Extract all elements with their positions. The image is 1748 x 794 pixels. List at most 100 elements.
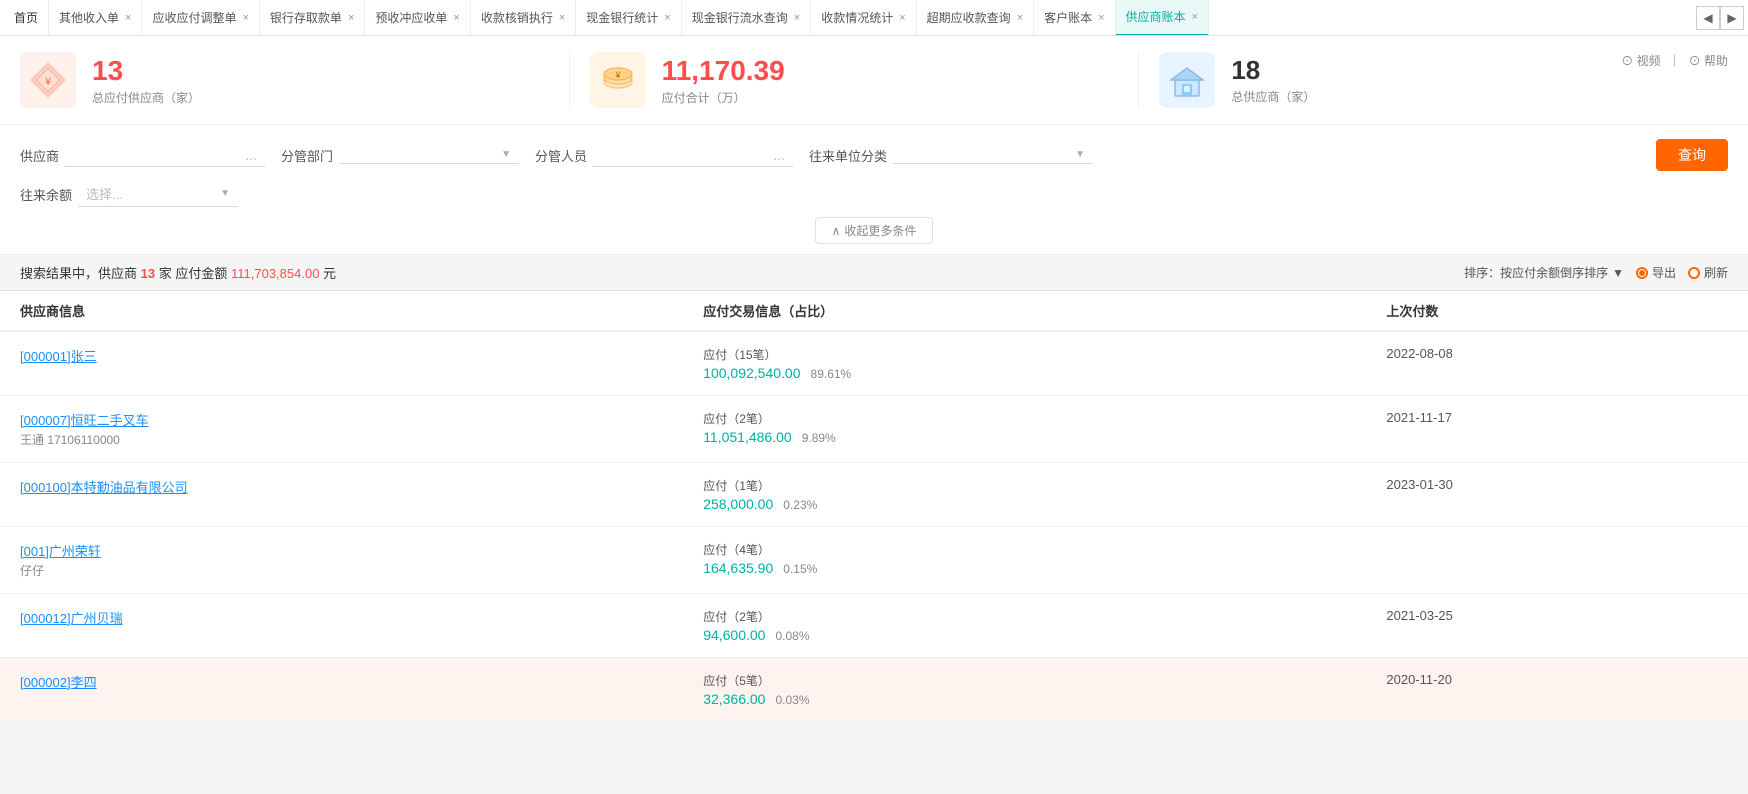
nav-tab-ar-ap-adjust[interactable]: 应收应付调整单 × (142, 0, 259, 36)
pay-info-cell: 应付（4笔） 164,635.90 0.15% (703, 541, 1386, 576)
close-receipt-verify-icon[interactable]: × (559, 12, 565, 24)
close-cash-flow-query-icon[interactable]: × (794, 12, 800, 24)
payable-suppliers-label: 总应付供应商（家） (92, 89, 200, 106)
pay-amount: 258,000.00 (703, 496, 773, 512)
nav-tab-receipt-verify-label: 收款核销执行 (481, 9, 553, 26)
category-label: 往来单位分类 (809, 146, 887, 165)
summary-payable-amount: ¥ 11,170.39 应付合计（万） (590, 52, 1140, 108)
close-bank-deposit-icon[interactable]: × (348, 12, 354, 24)
table-row: [001]广州荣轩 仔仔 应付（4笔） 164,635.90 0.15% (0, 527, 1748, 594)
pay-label: 应付（15笔） (703, 346, 1386, 363)
video-link[interactable]: ⊙ 视频 (1621, 52, 1660, 69)
pay-label: 应付（1笔） (703, 477, 1386, 494)
summary-icon-payable-suppliers: ¥ (20, 52, 76, 108)
balance-chevron-down-icon: ▼ (220, 188, 230, 199)
close-other-income-icon[interactable]: × (125, 12, 131, 24)
close-customer-ledger-icon[interactable]: × (1098, 12, 1104, 24)
col-header-pay-info: 应付交易信息（占比） (703, 301, 1386, 320)
nav-tab-overdue-ar-query[interactable]: 超期应收款查询 × (917, 0, 1034, 36)
pay-label: 应付（5笔） (703, 672, 1386, 689)
col-header-last-pay: 上次付数 (1386, 301, 1728, 320)
nav-tab-cash-flow-query[interactable]: 现金银行流水查询 × (682, 0, 811, 36)
result-info-suffix: 元 (323, 266, 336, 281)
person-dots-icon[interactable]: ... (773, 147, 785, 163)
nav-tab-prepay-clear[interactable]: 预收冲应收单 × (365, 0, 470, 36)
table-row: [000002]李四 应付（5笔） 32,366.00 0.03% 2020-1… (0, 658, 1748, 722)
result-total-amount: 111,703,854.00 (231, 266, 319, 281)
supplier-link[interactable]: [000012]广州贝瑞 (20, 611, 123, 626)
close-supplier-ledger-icon[interactable]: × (1192, 11, 1198, 23)
nav-arrow-left-button[interactable]: ◀ (1696, 6, 1720, 30)
export-label: 导出 (1652, 264, 1676, 281)
pay-amount: 11,051,486.00 (703, 429, 792, 445)
pay-row: 100,092,540.00 89.61% (703, 363, 1386, 381)
table-row: [000007]恒旺二手叉车 王通 17106110000 应付（2笔） 11,… (0, 396, 1748, 463)
export-button[interactable]: 导出 (1636, 264, 1676, 281)
help-label: 帮助 (1704, 54, 1728, 68)
last-pay-cell: 2021-11-17 (1386, 410, 1728, 425)
dept-select-container[interactable]: ▼ (339, 146, 519, 164)
supplier-link[interactable]: [000001]张三 (20, 349, 97, 364)
nav-arrow-right-button[interactable]: ▶ (1720, 6, 1744, 30)
sort-label: 排序：按应付余额倒序排序 (1464, 264, 1608, 281)
nav-tab-other-income[interactable]: 其他收入单 × (49, 0, 142, 36)
filter-dept: 分管部门 ▼ (281, 146, 519, 165)
filter-row-1: 供应商 ... 分管部门 ▼ 分管人员 ... 往来单位分类 (20, 139, 1728, 171)
refresh-label: 刷新 (1704, 264, 1728, 281)
supplier-dots-icon[interactable]: ... (245, 147, 257, 163)
table-row: [000001]张三 应付（15笔） 100,092,540.00 89.61%… (0, 332, 1748, 396)
supplier-info-cell: [000001]张三 (20, 346, 703, 365)
sort-select[interactable]: 排序：按应付余额倒序排序 ▼ (1464, 264, 1624, 281)
filter-row-2: 往来余额 选择... ▼ (20, 181, 1728, 207)
close-ar-ap-adjust-icon[interactable]: × (242, 12, 248, 24)
pay-row: 94,600.00 0.08% (703, 625, 1386, 643)
query-button[interactable]: 查询 (1656, 139, 1728, 171)
help-icon: ⊙ (1689, 54, 1701, 68)
supplier-info-cell: [001]广州荣轩 仔仔 (20, 541, 703, 579)
person-input-container[interactable]: ... (593, 144, 793, 167)
close-receipt-stat-icon[interactable]: × (899, 12, 905, 24)
balance-select-container[interactable]: 选择... ▼ (78, 181, 238, 207)
refresh-button[interactable]: 刷新 (1688, 264, 1728, 281)
nav-tab-receipt-verify[interactable]: 收款核销执行 × (471, 0, 576, 36)
nav-tab-supplier-ledger[interactable]: 供应商账本 × (1116, 0, 1209, 36)
supplier-link[interactable]: [000100]本特勤油品有限公司 (20, 480, 188, 495)
supplier-link[interactable]: [000002]李四 (20, 675, 97, 690)
supplier-info-cell: [000012]广州贝瑞 (20, 608, 703, 627)
help-link[interactable]: ⊙ 帮助 (1689, 52, 1728, 69)
nav-tab-receipt-stat[interactable]: 收款情况统计 × (811, 0, 916, 36)
person-label: 分管人员 (535, 146, 587, 165)
summary-icon-total-suppliers (1159, 52, 1215, 108)
nav-tab-customer-ledger[interactable]: 客户账本 × (1034, 0, 1115, 36)
nav-tab-bank-deposit[interactable]: 银行存取款单 × (260, 0, 365, 36)
table-row: [000100]本特勤油品有限公司 应付（1笔） 258,000.00 0.23… (0, 463, 1748, 527)
nav-tab-ar-ap-adjust-label: 应收应付调整单 (152, 9, 236, 26)
supplier-link[interactable]: [000007]恒旺二手叉车 (20, 413, 149, 428)
collapse-button[interactable]: ∧ 收起更多条件 (815, 217, 934, 244)
collapse-label: 收起更多条件 (844, 222, 916, 239)
supplier-input-container[interactable]: ... (65, 144, 265, 167)
pay-label: 应付（4笔） (703, 541, 1386, 558)
top-navigation: 首页 其他收入单 × 应收应付调整单 × 银行存取款单 × 预收冲应收单 × 收… (0, 0, 1748, 36)
table-container: 供应商信息 应付交易信息（占比） 上次付数 [000001]张三 应付（15笔）… (0, 291, 1748, 722)
category-select-container[interactable]: ▼ (893, 146, 1093, 164)
supplier-sub-info: 王通 17106110000 (20, 431, 703, 448)
total-suppliers-value: 18 (1231, 55, 1315, 86)
close-overdue-ar-query-icon[interactable]: × (1017, 12, 1023, 24)
close-cash-bank-stat-icon[interactable]: × (664, 12, 670, 24)
video-label: 视频 (1637, 54, 1661, 68)
nav-tab-overdue-ar-query-label: 超期应收款查询 (927, 9, 1011, 26)
top-right-links: ⊙ 视频 ｜ ⊙ 帮助 (1621, 52, 1728, 69)
supplier-sub-info: 仔仔 (20, 562, 703, 579)
pay-amount: 164,635.90 (703, 560, 773, 576)
nav-tab-home[interactable]: 首页 (4, 0, 49, 36)
summary-payable-suppliers-text: 13 总应付供应商（家） (92, 55, 200, 106)
balance-label: 往来余额 (20, 185, 72, 204)
close-prepay-clear-icon[interactable]: × (453, 12, 459, 24)
nav-arrows: ◀ ▶ (1696, 6, 1744, 30)
pay-percentage: 0.23% (783, 498, 817, 512)
last-pay-cell: 2021-03-25 (1386, 608, 1728, 623)
store-blue-icon (1167, 60, 1207, 100)
nav-tab-cash-bank-stat[interactable]: 现金银行统计 × (576, 0, 681, 36)
supplier-link[interactable]: [001]广州荣轩 (20, 544, 101, 559)
